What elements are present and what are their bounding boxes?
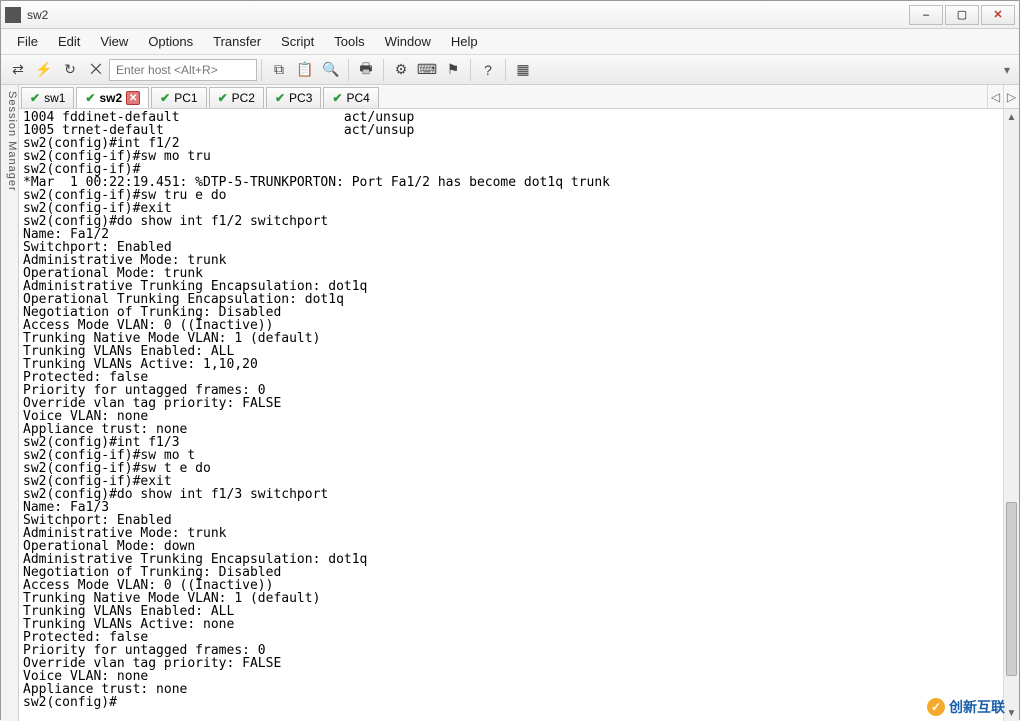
tab-label: PC1	[174, 91, 197, 105]
tab-label: PC3	[289, 91, 312, 105]
find-icon[interactable]: 🔍	[319, 58, 343, 82]
watermark-logo-icon: ✓	[927, 698, 945, 716]
tab-label: sw1	[44, 91, 65, 105]
terminal-pane[interactable]: 1004 fddinet-default act/unsup 1005 trne…	[19, 109, 1019, 721]
menu-options[interactable]: Options	[138, 30, 203, 53]
window-controls: – ▢ ✕	[907, 5, 1015, 25]
menu-window[interactable]: Window	[375, 30, 441, 53]
status-check-icon: ✔	[218, 91, 228, 105]
tab-scroll-right-icon[interactable]: ▷	[1003, 85, 1019, 108]
reconnect-icon[interactable]: ↻	[58, 58, 82, 82]
tab-pc3[interactable]: ✔ PC3	[266, 87, 321, 108]
tab-scroll-left-icon[interactable]: ◁	[987, 85, 1003, 108]
toolbar-separator	[348, 59, 349, 81]
host-input[interactable]	[109, 59, 257, 81]
tab-sw1[interactable]: ✔ sw1	[21, 87, 74, 108]
scrollbar-track[interactable]	[1004, 125, 1019, 705]
toolbar-separator	[383, 59, 384, 81]
menu-script[interactable]: Script	[271, 30, 324, 53]
status-check-icon: ✔	[332, 91, 342, 105]
watermark: ✓ 创新互联	[927, 697, 1005, 717]
toolbar-separator	[261, 59, 262, 81]
tab-label: sw2	[99, 91, 122, 105]
tab-label: PC4	[346, 91, 369, 105]
quick-connect-icon[interactable]: ⚡	[32, 58, 56, 82]
menu-file[interactable]: File	[7, 30, 48, 53]
app-icon	[5, 7, 21, 23]
toolbar: ⇄ ⚡ ↻ ⨉ ⧉ 📋 🔍 🖶 ⚙ ⌨ ⚑ ? ▦ ▾	[1, 55, 1019, 85]
tab-label: PC2	[232, 91, 255, 105]
tab-sw2[interactable]: ✔ sw2 ✕	[76, 87, 149, 108]
menu-edit[interactable]: Edit	[48, 30, 90, 53]
menu-tools[interactable]: Tools	[324, 30, 374, 53]
keyboard-icon[interactable]: ⌨	[415, 58, 439, 82]
close-tab-icon[interactable]: ✕	[126, 91, 140, 105]
window-titlebar: sw2 – ▢ ✕	[1, 1, 1019, 29]
scroll-down-icon[interactable]: ▼	[1004, 705, 1019, 721]
copy-icon[interactable]: ⧉	[267, 58, 291, 82]
flag-icon[interactable]: ⚑	[441, 58, 465, 82]
tab-pc4[interactable]: ✔ PC4	[323, 87, 378, 108]
print-icon[interactable]: 🖶	[354, 58, 378, 82]
close-button[interactable]: ✕	[981, 5, 1015, 25]
toolbar-separator	[505, 59, 506, 81]
menu-help[interactable]: Help	[441, 30, 488, 53]
status-check-icon: ✔	[160, 91, 170, 105]
session-tab-bar: ✔ sw1 ✔ sw2 ✕ ✔ PC1 ✔ PC2 ✔ PC3 ✔	[19, 85, 1019, 109]
menu-transfer[interactable]: Transfer	[203, 30, 271, 53]
vertical-scrollbar[interactable]: ▲ ▼	[1003, 109, 1019, 721]
extra-icon[interactable]: ▦	[511, 58, 535, 82]
tab-pc1[interactable]: ✔ PC1	[151, 87, 206, 108]
minimize-button[interactable]: –	[909, 5, 943, 25]
toolbar-overflow-icon[interactable]: ▾	[999, 58, 1015, 82]
window-title: sw2	[27, 8, 907, 22]
terminal-output[interactable]: 1004 fddinet-default act/unsup 1005 trne…	[19, 109, 1003, 721]
help-icon[interactable]: ?	[476, 58, 500, 82]
settings-icon[interactable]: ⚙	[389, 58, 413, 82]
disconnect-icon[interactable]: ⨉	[84, 58, 108, 82]
status-check-icon: ✔	[85, 91, 95, 105]
watermark-text: 创新互联	[949, 697, 1005, 717]
session-manager-panel-tab[interactable]: Session Manager	[1, 85, 19, 721]
status-check-icon: ✔	[30, 91, 40, 105]
paste-icon[interactable]: 📋	[293, 58, 317, 82]
toolbar-separator	[470, 59, 471, 81]
menu-view[interactable]: View	[90, 30, 138, 53]
scroll-up-icon[interactable]: ▲	[1004, 109, 1019, 125]
connect-icon[interactable]: ⇄	[6, 58, 30, 82]
scrollbar-thumb[interactable]	[1006, 502, 1017, 676]
maximize-button[interactable]: ▢	[945, 5, 979, 25]
tab-pc2[interactable]: ✔ PC2	[209, 87, 264, 108]
menu-bar: File Edit View Options Transfer Script T…	[1, 29, 1019, 55]
status-check-icon: ✔	[275, 91, 285, 105]
